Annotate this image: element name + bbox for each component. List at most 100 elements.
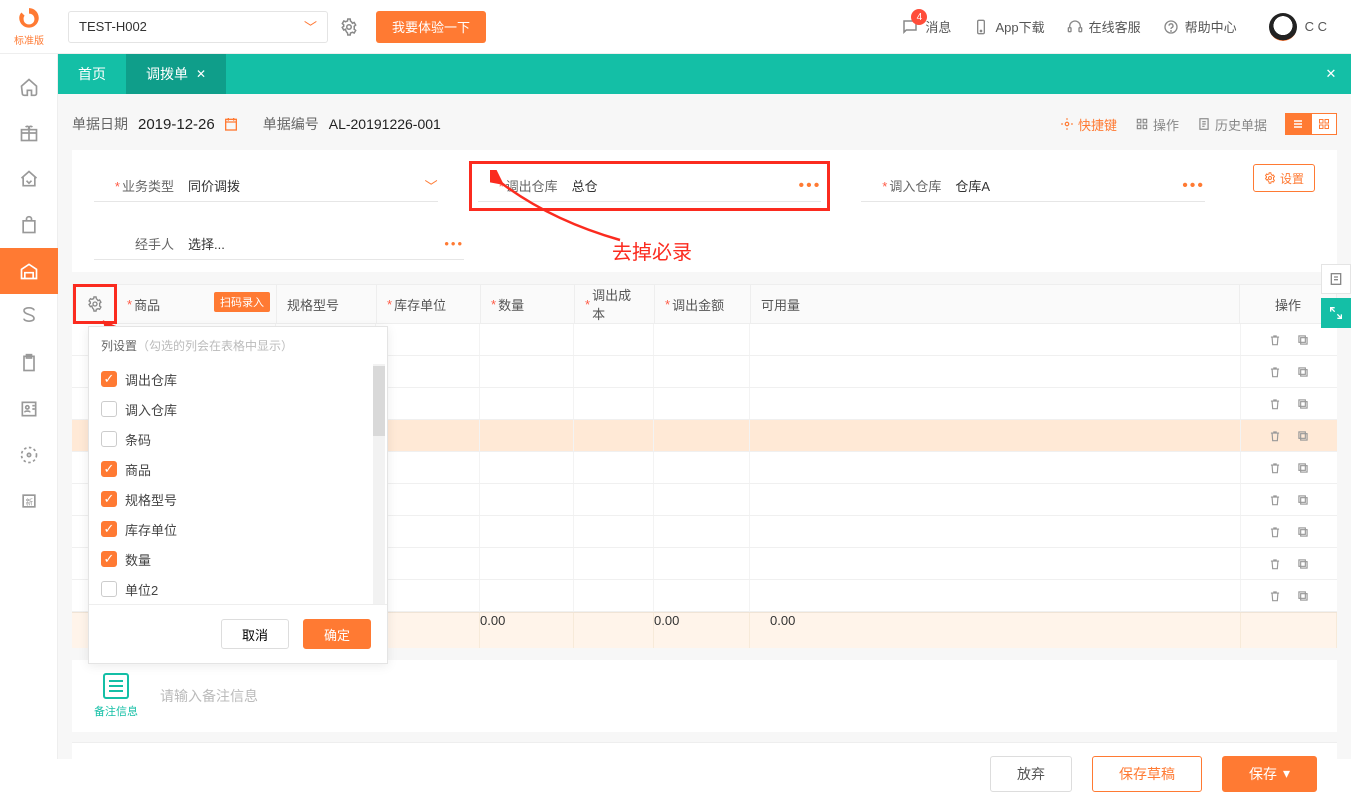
- tab-home[interactable]: 首页: [58, 54, 126, 94]
- view-list-icon[interactable]: [1285, 113, 1311, 135]
- more-icon[interactable]: •••: [1182, 177, 1205, 195]
- checkbox-icon[interactable]: ✓: [101, 551, 117, 567]
- checkbox-icon[interactable]: ✓: [101, 371, 117, 387]
- delete-icon[interactable]: [1268, 557, 1282, 571]
- copy-icon[interactable]: [1296, 365, 1310, 379]
- checkbox-icon[interactable]: [101, 581, 117, 597]
- rail-warehouse-icon[interactable]: [0, 248, 58, 294]
- popover-list[interactable]: ✓调出仓库调入仓库条码✓商品✓规格型号✓库存单位✓数量单位2: [89, 364, 387, 604]
- column-toggle-item[interactable]: ✓商品: [101, 454, 375, 484]
- doc-header: 单据日期 2019-12-26 单据编号 AL-20191226-001 快捷键…: [72, 108, 1337, 140]
- total-cost: 0.00: [654, 613, 750, 648]
- rail-gift-icon[interactable]: [0, 110, 58, 156]
- rail-bag-icon[interactable]: [0, 202, 58, 248]
- delete-icon[interactable]: [1268, 429, 1282, 443]
- settings-button[interactable]: 设置: [1253, 164, 1315, 192]
- remark-input[interactable]: [160, 688, 1317, 704]
- nav-messages[interactable]: 4 消息: [901, 17, 951, 36]
- scan-input-badge[interactable]: 扫码录入: [214, 292, 270, 312]
- column-toggle-item[interactable]: ✓库存单位: [101, 514, 375, 544]
- date-value[interactable]: 2019-12-26: [138, 116, 215, 133]
- column-toggle-item[interactable]: ✓ 调出仓库: [101, 364, 375, 394]
- gear-icon[interactable]: [340, 18, 358, 36]
- nav-customer-service[interactable]: 在线客服: [1067, 17, 1141, 36]
- delete-icon[interactable]: [1268, 493, 1282, 507]
- copy-icon[interactable]: [1296, 429, 1310, 443]
- history-link[interactable]: 历史单据: [1197, 115, 1267, 134]
- docno-label: 单据编号: [263, 114, 319, 134]
- username[interactable]: C C: [1305, 19, 1327, 34]
- copy-icon[interactable]: [1296, 461, 1310, 475]
- org-name: TEST-H002: [79, 19, 147, 34]
- help-icon: [1163, 19, 1179, 35]
- remark-panel: 备注信息: [72, 660, 1337, 732]
- checkbox-icon[interactable]: ✓: [101, 461, 117, 477]
- delete-icon[interactable]: [1268, 461, 1282, 475]
- checkbox-icon[interactable]: [101, 431, 117, 447]
- trial-button[interactable]: 我要体验一下: [376, 11, 486, 43]
- chevron-down-icon: ﹀: [425, 176, 438, 195]
- avatar[interactable]: [1269, 13, 1297, 41]
- checkbox-icon[interactable]: [101, 401, 117, 417]
- copy-icon[interactable]: [1296, 397, 1310, 411]
- column-toggle-item[interactable]: 单位2: [101, 574, 375, 604]
- nav-app-download[interactable]: App下载: [973, 17, 1044, 36]
- calendar-icon[interactable]: [223, 116, 239, 132]
- rail-settings-icon[interactable]: [0, 432, 58, 478]
- cancel-button[interactable]: 取消: [221, 619, 289, 649]
- in-warehouse-field[interactable]: *调入仓库 仓库A •••: [861, 170, 1205, 202]
- ops-link[interactable]: 操作: [1135, 115, 1179, 134]
- copy-icon[interactable]: [1296, 525, 1310, 539]
- copy-icon[interactable]: [1296, 493, 1310, 507]
- annotation-text: 去掉必录: [612, 236, 692, 265]
- scrollbar-thumb[interactable]: [373, 366, 385, 436]
- column-toggle-label: 数量: [125, 550, 151, 569]
- float-expand-icon[interactable]: [1321, 298, 1351, 328]
- brand-edition: 标准版: [14, 32, 44, 47]
- rail-contacts-icon[interactable]: [0, 386, 58, 432]
- biztype-field[interactable]: *业务类型 同价调拨 ﹀: [94, 170, 438, 202]
- popover-title: 列设置（勾选的列会在表格中显示）: [89, 327, 387, 364]
- discard-button[interactable]: 放弃: [990, 756, 1072, 792]
- rail-return-icon[interactable]: [0, 156, 58, 202]
- save-button[interactable]: 保存 ▾: [1222, 756, 1317, 792]
- column-toggle-item[interactable]: ✓ 数量: [101, 544, 375, 574]
- copy-icon[interactable]: [1296, 557, 1310, 571]
- ok-button[interactable]: 确定: [303, 619, 371, 649]
- close-icon[interactable]: ✕: [196, 67, 206, 81]
- column-settings-button[interactable]: [73, 284, 117, 324]
- close-all-tabs[interactable]: ✕: [1311, 54, 1351, 94]
- delete-icon[interactable]: [1268, 589, 1282, 603]
- org-select[interactable]: TEST-H002 ﹀: [68, 11, 328, 43]
- column-toggle-label: 调出仓库: [125, 370, 177, 389]
- delete-icon[interactable]: [1268, 365, 1282, 379]
- copy-icon[interactable]: [1296, 589, 1310, 603]
- more-icon[interactable]: •••: [799, 177, 822, 195]
- handler-field[interactable]: 经手人 选择... •••: [94, 228, 464, 260]
- headset-icon: [1067, 19, 1083, 35]
- chevron-down-icon: ﹀: [304, 17, 317, 36]
- column-toggle-item[interactable]: ✓规格型号: [101, 484, 375, 514]
- nav-help[interactable]: 帮助中心: [1163, 17, 1237, 36]
- brand-logo: 标准版: [0, 0, 58, 54]
- delete-icon[interactable]: [1268, 333, 1282, 347]
- rail-new-icon[interactable]: 新: [0, 478, 58, 524]
- rail-clipboard-icon[interactable]: [0, 340, 58, 386]
- float-note-icon[interactable]: [1321, 264, 1351, 294]
- hotkey-link[interactable]: 快捷键: [1060, 115, 1117, 134]
- delete-icon[interactable]: [1268, 397, 1282, 411]
- tab-current[interactable]: 调拨单 ✕: [126, 54, 226, 94]
- copy-icon[interactable]: [1296, 333, 1310, 347]
- rail-home-icon[interactable]: [0, 64, 58, 110]
- delete-icon[interactable]: [1268, 525, 1282, 539]
- more-icon[interactable]: •••: [444, 236, 464, 251]
- out-warehouse-field[interactable]: *调出仓库 总仓 •••: [478, 170, 822, 202]
- remark-icon: 备注信息: [92, 673, 140, 719]
- checkbox-icon[interactable]: ✓: [101, 521, 117, 537]
- save-draft-button[interactable]: 保存草稿: [1092, 756, 1202, 792]
- rail-money-icon[interactable]: [0, 294, 58, 340]
- checkbox-icon[interactable]: ✓: [101, 491, 117, 507]
- column-toggle-item[interactable]: 调入仓库: [101, 394, 375, 424]
- view-grid-icon[interactable]: [1311, 113, 1337, 135]
- column-toggle-item[interactable]: 条码: [101, 424, 375, 454]
